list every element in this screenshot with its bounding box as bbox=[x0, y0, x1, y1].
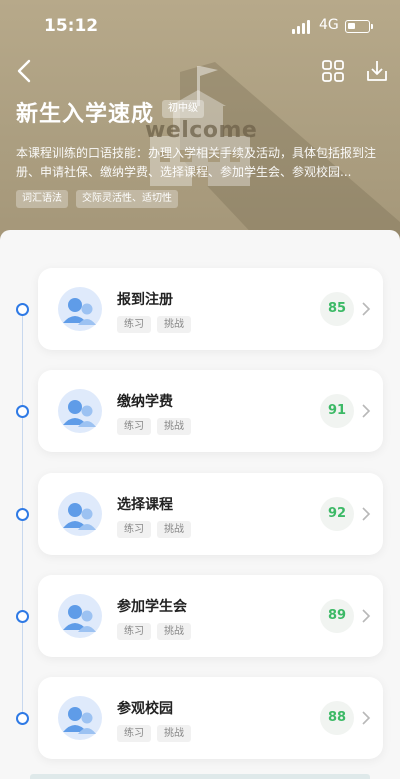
timeline-dot bbox=[16, 303, 29, 316]
challenge-button[interactable]: 挑战 bbox=[157, 418, 191, 435]
avatar-icon bbox=[58, 594, 102, 638]
score-badge: 92 bbox=[320, 497, 354, 531]
challenge-button[interactable]: 挑战 bbox=[157, 623, 191, 640]
score-badge: 91 bbox=[320, 394, 354, 428]
timeline-dot bbox=[16, 405, 29, 418]
score-badge: 85 bbox=[320, 292, 354, 326]
welcome-text: welcome bbox=[145, 118, 258, 143]
lesson-card-3[interactable]: 选择课程 练习 挑战 92 bbox=[38, 473, 383, 555]
chevron-right-icon bbox=[362, 711, 371, 725]
lesson-card-4[interactable]: 参加学生会 练习 挑战 89 bbox=[38, 575, 383, 657]
course-tag: 交际灵活性、适切性 bbox=[76, 190, 178, 208]
course-header: welcome 15:12 4G 新生入学速成 初中级 本课程训练的口语技能：办… bbox=[0, 0, 400, 240]
timeline-dot bbox=[16, 508, 29, 521]
avatar-icon bbox=[58, 389, 102, 433]
chevron-right-icon bbox=[362, 302, 371, 316]
download-icon[interactable] bbox=[362, 56, 392, 86]
lesson-card-5[interactable]: 参观校园 练习 挑战 88 bbox=[38, 677, 383, 759]
course-tags: 词汇语法 交际灵活性、适切性 bbox=[16, 190, 178, 208]
practice-button[interactable]: 练习 bbox=[117, 316, 151, 333]
avatar-icon bbox=[58, 696, 102, 740]
lesson-title: 参加学生会 bbox=[117, 599, 187, 615]
lesson-title: 报到注册 bbox=[117, 292, 173, 308]
lesson-title: 选择课程 bbox=[117, 497, 173, 513]
status-bar: 15:12 4G bbox=[0, 0, 400, 48]
course-title: 新生入学速成 bbox=[16, 102, 155, 127]
chevron-right-icon bbox=[362, 507, 371, 521]
course-description: 本课程训练的口语技能：办理入学相关手续及活动，具体包括报到注册、申请社保、缴纳学… bbox=[16, 146, 377, 179]
network-type: 4G bbox=[319, 17, 339, 33]
signal-icon bbox=[292, 20, 314, 34]
course-tag: 词汇语法 bbox=[16, 190, 68, 208]
practice-button[interactable]: 练习 bbox=[117, 418, 151, 435]
practice-button[interactable]: 练习 bbox=[117, 623, 151, 640]
lesson-card-2[interactable]: 缴纳学费 练习 挑战 91 bbox=[38, 370, 383, 452]
timeline-dot bbox=[16, 712, 29, 725]
lesson-card-1[interactable]: 报到注册 练习 挑战 85 bbox=[38, 268, 383, 350]
status-time: 15:12 bbox=[44, 16, 99, 36]
timeline-dot bbox=[16, 610, 29, 623]
score-badge: 88 bbox=[320, 701, 354, 735]
challenge-button[interactable]: 挑战 bbox=[157, 521, 191, 538]
practice-button[interactable]: 练习 bbox=[117, 725, 151, 742]
challenge-button[interactable]: 挑战 bbox=[157, 725, 191, 742]
back-icon[interactable] bbox=[10, 56, 40, 86]
bottom-bar-edge bbox=[30, 774, 370, 779]
lesson-title: 缴纳学费 bbox=[117, 394, 173, 410]
avatar-icon bbox=[58, 492, 102, 536]
battery-icon bbox=[345, 20, 373, 33]
challenge-button[interactable]: 挑战 bbox=[157, 316, 191, 333]
chevron-right-icon bbox=[362, 609, 371, 623]
grid-icon[interactable] bbox=[318, 56, 348, 86]
score-badge: 89 bbox=[320, 599, 354, 633]
chevron-right-icon bbox=[362, 404, 371, 418]
avatar-icon bbox=[58, 287, 102, 331]
practice-button[interactable]: 练习 bbox=[117, 521, 151, 538]
lesson-title: 参观校园 bbox=[117, 701, 173, 717]
level-badge: 初中级 bbox=[162, 100, 204, 118]
